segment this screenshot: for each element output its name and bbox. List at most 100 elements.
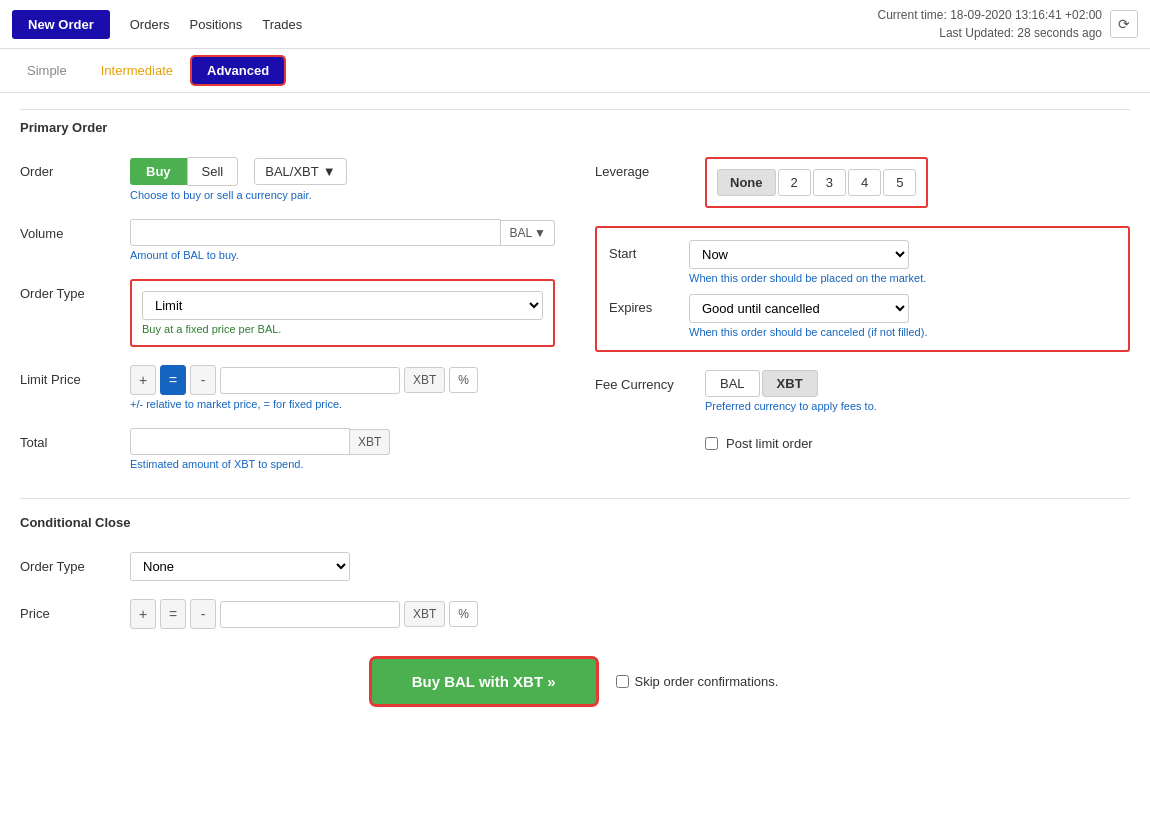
cond-plus-button[interactable]: + bbox=[130, 599, 156, 629]
fee-currency-hint: Preferred currency to apply fees to. bbox=[705, 400, 1130, 412]
minus-button[interactable]: - bbox=[190, 365, 216, 395]
leverage-box: None 2 3 4 5 bbox=[705, 157, 928, 208]
cond-order-type-row: Order Type None Limit Stop-Loss Take-Pro… bbox=[20, 552, 1130, 581]
order-type-select[interactable]: Limit Market Stop-Loss Take-Profit bbox=[142, 291, 543, 320]
nav-positions[interactable]: Positions bbox=[189, 13, 242, 36]
limit-price-input[interactable] bbox=[220, 367, 400, 394]
volume-unit-value: BAL bbox=[509, 226, 532, 240]
pair-dropdown-arrow: ▼ bbox=[323, 164, 336, 179]
fee-currency-label: Fee Currency bbox=[595, 370, 705, 392]
fee-xbt-button[interactable]: XBT bbox=[762, 370, 818, 397]
cond-price-pct-button[interactable]: % bbox=[449, 601, 478, 627]
cond-order-type-label: Order Type bbox=[20, 552, 130, 574]
volume-label: Volume bbox=[20, 219, 130, 241]
tab-row: Simple Intermediate Advanced bbox=[0, 49, 1150, 93]
post-limit-control: Post limit order bbox=[705, 430, 1130, 451]
last-updated-row: Last Updated: 28 seconds ago bbox=[877, 24, 1102, 42]
order-label: Order bbox=[20, 157, 130, 179]
pair-dropdown[interactable]: BAL/XBT ▼ bbox=[254, 158, 346, 185]
conditional-close-section: Conditional Close Order Type None Limit … bbox=[20, 515, 1130, 629]
current-time-row: Current time: 18-09-2020 13:16:41 +02:00 bbox=[877, 6, 1102, 24]
volume-control: BAL ▼ Amount of BAL to buy. bbox=[130, 219, 555, 261]
new-order-button[interactable]: New Order bbox=[12, 10, 110, 39]
pair-value: BAL/XBT bbox=[265, 164, 318, 179]
limit-price-hint: +/- relative to market price, = for fixe… bbox=[130, 398, 555, 410]
nav-trades[interactable]: Trades bbox=[262, 13, 302, 36]
post-limit-row: Post limit order bbox=[595, 430, 1130, 451]
limit-price-group: + = - XBT % bbox=[130, 365, 555, 395]
start-row: Start Now Scheduled When this order shou… bbox=[609, 240, 1116, 284]
fee-currency-control: BAL XBT Preferred currency to apply fees… bbox=[705, 370, 1130, 412]
post-limit-spacer bbox=[595, 430, 705, 437]
limit-price-unit: XBT bbox=[404, 367, 445, 393]
equals-button[interactable]: = bbox=[160, 365, 186, 395]
right-column: Leverage None 2 3 4 5 Start bbox=[595, 157, 1130, 488]
order-type-control: Limit Market Stop-Loss Take-Profit Buy a… bbox=[130, 279, 555, 347]
conditional-divider bbox=[20, 498, 1130, 499]
submit-button[interactable]: Buy BAL with XBT » bbox=[372, 659, 596, 704]
volume-unit-arrow: ▼ bbox=[534, 226, 546, 240]
cond-minus-button[interactable]: - bbox=[190, 599, 216, 629]
tab-advanced[interactable]: Advanced bbox=[192, 57, 284, 84]
sell-button[interactable]: Sell bbox=[187, 157, 239, 186]
skip-confirm-checkbox[interactable] bbox=[616, 675, 629, 688]
plus-button[interactable]: + bbox=[130, 365, 156, 395]
leverage-5-button[interactable]: 5 bbox=[883, 169, 916, 196]
total-hint: Estimated amount of XBT to spend. bbox=[130, 458, 555, 470]
cond-price-control: + = - XBT % bbox=[130, 599, 1130, 629]
primary-order-columns: Order Buy Sell BAL/XBT ▼ Choose to buy o… bbox=[20, 157, 1130, 488]
leverage-4-button[interactable]: 4 bbox=[848, 169, 881, 196]
expires-select[interactable]: Good until cancelled Good until date Imm… bbox=[689, 294, 909, 323]
cond-order-type-select[interactable]: None Limit Stop-Loss Take-Profit bbox=[130, 552, 350, 581]
skip-confirm-label: Skip order confirmations. bbox=[635, 674, 779, 689]
expires-row: Expires Good until cancelled Good until … bbox=[609, 294, 1116, 338]
refresh-button[interactable]: ⟳ bbox=[1110, 10, 1138, 38]
start-expires-box: Start Now Scheduled When this order shou… bbox=[595, 226, 1130, 352]
volume-hint: Amount of BAL to buy. bbox=[130, 249, 555, 261]
expires-label: Expires bbox=[609, 294, 689, 315]
leverage-none-button[interactable]: None bbox=[717, 169, 776, 196]
limit-price-label: Limit Price bbox=[20, 365, 130, 387]
order-type-hint: Buy at a fixed price per BAL. bbox=[142, 323, 543, 335]
volume-input-group: BAL ▼ bbox=[130, 219, 555, 246]
total-unit: XBT bbox=[350, 429, 390, 455]
post-limit-checkbox[interactable] bbox=[705, 437, 718, 450]
order-type-label: Order Type bbox=[20, 279, 130, 301]
cond-price-label: Price bbox=[20, 599, 130, 621]
expires-control: Good until cancelled Good until date Imm… bbox=[689, 294, 1116, 338]
leverage-2-button[interactable]: 2 bbox=[778, 169, 811, 196]
nav-orders[interactable]: Orders bbox=[130, 13, 170, 36]
total-input[interactable] bbox=[130, 428, 350, 455]
fee-bal-button[interactable]: BAL bbox=[705, 370, 760, 397]
leverage-3-button[interactable]: 3 bbox=[813, 169, 846, 196]
top-nav: New Order Orders Positions Trades Curren… bbox=[0, 0, 1150, 49]
order-type-box: Limit Market Stop-Loss Take-Profit Buy a… bbox=[130, 279, 555, 347]
total-row: Total XBT Estimated amount of XBT to spe… bbox=[20, 428, 555, 470]
start-select[interactable]: Now Scheduled bbox=[689, 240, 909, 269]
leverage-label: Leverage bbox=[595, 157, 705, 179]
limit-price-pct-button[interactable]: % bbox=[449, 367, 478, 393]
limit-price-row: Limit Price + = - XBT % +/- relative to … bbox=[20, 365, 555, 410]
leverage-control: None 2 3 4 5 bbox=[705, 157, 1130, 208]
tab-simple[interactable]: Simple bbox=[12, 57, 82, 84]
start-hint: When this order should be placed on the … bbox=[689, 272, 1116, 284]
cond-equals-button[interactable]: = bbox=[160, 599, 186, 629]
total-input-group: XBT bbox=[130, 428, 555, 455]
volume-unit-dropdown[interactable]: BAL ▼ bbox=[501, 220, 555, 246]
fee-currency-row: Fee Currency BAL XBT Preferred currency … bbox=[595, 370, 1130, 412]
start-label: Start bbox=[609, 240, 689, 261]
expires-hint: When this order should be canceled (if n… bbox=[689, 326, 1116, 338]
bottom-actions: Buy BAL with XBT » Skip order confirmati… bbox=[20, 659, 1130, 704]
cond-price-row: Price + = - XBT % bbox=[20, 599, 1130, 629]
last-updated-label: Last Updated: bbox=[939, 26, 1014, 40]
leverage-row: Leverage None 2 3 4 5 bbox=[595, 157, 1130, 208]
time-block: Current time: 18-09-2020 13:16:41 +02:00… bbox=[877, 6, 1102, 42]
last-updated-value: 28 seconds ago bbox=[1017, 26, 1102, 40]
cond-order-type-control: None Limit Stop-Loss Take-Profit bbox=[130, 552, 1130, 581]
tab-intermediate[interactable]: Intermediate bbox=[86, 57, 188, 84]
order-control: Buy Sell BAL/XBT ▼ Choose to buy or sell… bbox=[130, 157, 555, 201]
buy-button[interactable]: Buy bbox=[130, 158, 187, 185]
conditional-close-header: Conditional Close bbox=[20, 515, 1130, 536]
cond-price-input[interactable] bbox=[220, 601, 400, 628]
volume-input[interactable] bbox=[130, 219, 501, 246]
